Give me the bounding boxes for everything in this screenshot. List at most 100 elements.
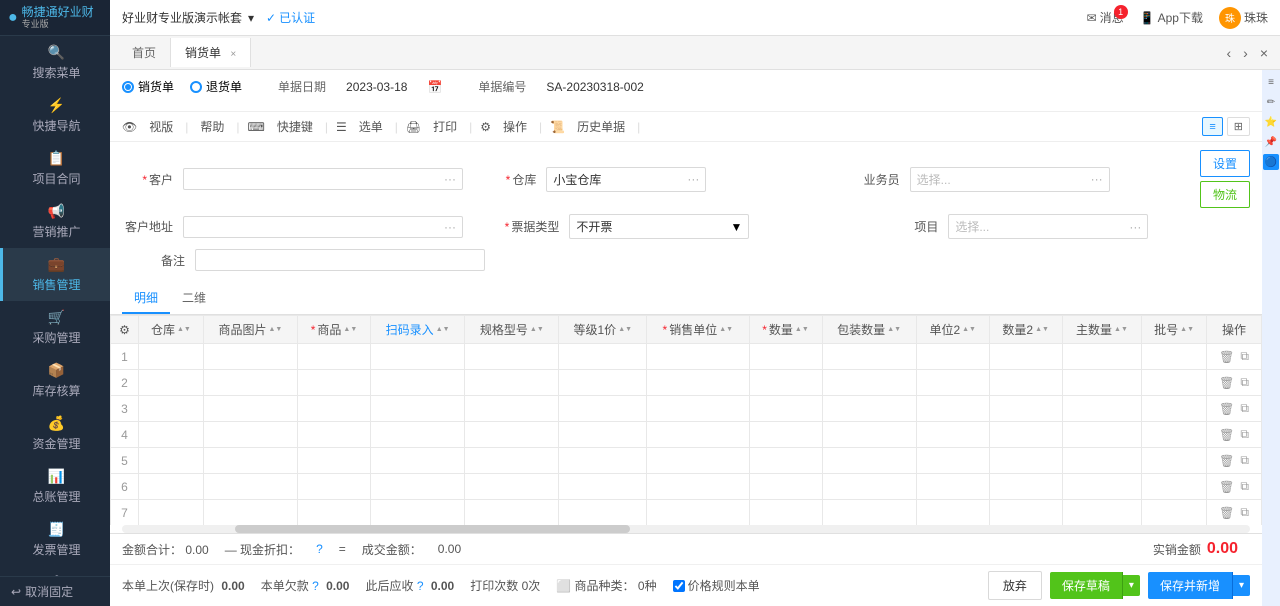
debt-help-icon[interactable]: ? — [312, 579, 319, 593]
sidebar-item-invoice[interactable]: 🧾 发票管理 — [0, 513, 110, 566]
horizontal-scrollbar[interactable] — [122, 525, 1250, 533]
project-dots[interactable]: ··· — [1129, 220, 1141, 234]
row-qty2[interactable] — [989, 500, 1062, 526]
row-barcode[interactable] — [371, 422, 465, 448]
date-value[interactable]: 2023-03-18 — [346, 80, 407, 94]
row-qty[interactable] — [749, 396, 822, 422]
th-image[interactable]: 商品图片 ▲▼ — [203, 316, 297, 344]
row-main-qty[interactable] — [1062, 422, 1142, 448]
radio-return[interactable]: 退货单 — [190, 78, 242, 95]
shortcut-btn[interactable]: 快捷键 — [273, 116, 317, 137]
th-unit[interactable]: *销售单位 ▲▼ — [647, 316, 749, 344]
row-copy-btn[interactable]: ⧉ — [1239, 504, 1250, 521]
row-price1[interactable] — [559, 396, 647, 422]
row-delete-btn[interactable]: 🗑 — [1218, 453, 1235, 469]
discount-help-icon[interactable]: ? — [316, 542, 323, 556]
sidebar-item-tax[interactable]: 🏛 税务管理 — [0, 566, 110, 576]
row-delete-btn[interactable]: 🗑 — [1218, 427, 1235, 443]
discard-btn[interactable]: 放弃 — [988, 571, 1042, 600]
app-download-btn[interactable]: 📱 App下载 — [1140, 9, 1203, 26]
row-barcode[interactable] — [371, 448, 465, 474]
grid-view-btn[interactable]: ≡ — [1202, 117, 1222, 136]
row-unit2[interactable] — [916, 344, 989, 370]
customer-dots[interactable]: ··· — [444, 172, 456, 186]
side-action-4[interactable]: 📌 — [1263, 134, 1279, 150]
th-product[interactable]: *商品 ▲▼ — [298, 316, 371, 344]
message-btn[interactable]: ✉ 消息 1 — [1087, 9, 1124, 26]
sidebar-item-capital[interactable]: 💰 资金管理 — [0, 407, 110, 460]
row-main-qty[interactable] — [1062, 448, 1142, 474]
row-image[interactable] — [203, 448, 297, 474]
print-btn[interactable]: 打印 — [429, 116, 461, 137]
side-action-2[interactable]: ✏ — [1263, 94, 1279, 110]
sidebar-item-search[interactable]: 🔍 搜索菜单 — [0, 36, 110, 89]
row-qty[interactable] — [749, 474, 822, 500]
user-menu[interactable]: 珠 珠珠 — [1219, 7, 1268, 29]
th-spec[interactable]: 规格型号 ▲▼ — [465, 316, 559, 344]
salesperson-dots[interactable]: ··· — [1091, 172, 1103, 186]
th-unit2[interactable]: 单位2 ▲▼ — [916, 316, 989, 344]
row-price1[interactable] — [559, 474, 647, 500]
row-barcode[interactable] — [371, 370, 465, 396]
sidebar-item-cancel[interactable]: ↩ 取消固定 — [0, 577, 110, 606]
row-barcode[interactable] — [371, 500, 465, 526]
row-qty[interactable] — [749, 370, 822, 396]
row-copy-btn[interactable]: ⧉ — [1239, 426, 1250, 443]
row-qty2[interactable] — [989, 396, 1062, 422]
tab-close-all-btn[interactable]: × — [1256, 43, 1272, 63]
tab-close-icon[interactable]: × — [230, 49, 236, 60]
row-pack-qty[interactable] — [822, 500, 916, 526]
th-settings[interactable]: ⚙ — [111, 316, 139, 344]
row-batch[interactable] — [1142, 396, 1207, 422]
row-unit2[interactable] — [916, 422, 989, 448]
row-spec[interactable] — [465, 500, 559, 526]
row-product[interactable] — [298, 500, 371, 526]
save-draft-arrow-btn[interactable]: ▾ — [1123, 575, 1140, 596]
row-pack-qty[interactable] — [822, 344, 916, 370]
row-spec[interactable] — [465, 344, 559, 370]
row-warehouse[interactable] — [139, 500, 204, 526]
row-batch[interactable] — [1142, 422, 1207, 448]
row-qty[interactable] — [749, 422, 822, 448]
row-pack-qty[interactable] — [822, 422, 916, 448]
row-copy-btn[interactable]: ⧉ — [1239, 400, 1250, 417]
receivable-help-icon[interactable]: ? — [417, 579, 424, 593]
list-view-btn[interactable]: ⊞ — [1227, 117, 1250, 136]
row-batch[interactable] — [1142, 344, 1207, 370]
warehouse-input[interactable]: 小宝仓库 ··· — [546, 167, 706, 192]
row-product[interactable] — [298, 474, 371, 500]
row-price1[interactable] — [559, 448, 647, 474]
row-unit[interactable] — [647, 370, 749, 396]
help-btn[interactable]: 帮助 — [196, 116, 228, 137]
save-new-btn[interactable]: 保存并新增 — [1148, 572, 1233, 599]
th-qty2[interactable]: 数量2 ▲▼ — [989, 316, 1062, 344]
row-product[interactable] — [298, 448, 371, 474]
row-pack-qty[interactable] — [822, 448, 916, 474]
row-batch[interactable] — [1142, 474, 1207, 500]
save-draft-btn[interactable]: 保存草稿 — [1050, 572, 1123, 599]
row-batch[interactable] — [1142, 448, 1207, 474]
row-unit2[interactable] — [916, 474, 989, 500]
th-batch[interactable]: 批号 ▲▼ — [1142, 316, 1207, 344]
row-delete-btn[interactable]: 🗑 — [1218, 401, 1235, 417]
side-action-3[interactable]: ⭐ — [1263, 114, 1279, 130]
row-delete-btn[interactable]: 🗑 — [1218, 349, 1235, 365]
row-product[interactable] — [298, 422, 371, 448]
row-qty[interactable] — [749, 500, 822, 526]
sidebar-item-inventory[interactable]: 📦 库存核算 — [0, 354, 110, 407]
history-btn[interactable]: 历史单据 — [573, 116, 629, 137]
row-copy-btn[interactable]: ⧉ — [1239, 452, 1250, 469]
row-spec[interactable] — [465, 370, 559, 396]
sidebar-item-purchase[interactable]: 🛒 采购管理 — [0, 301, 110, 354]
row-image[interactable] — [203, 396, 297, 422]
sidebar-item-project[interactable]: 📋 项目合同 — [0, 142, 110, 195]
setup-btn[interactable]: 设置 — [1200, 150, 1250, 177]
scrollbar-thumb[interactable] — [235, 525, 630, 533]
sidebar-item-quick[interactable]: ⚡ 快捷导航 — [0, 89, 110, 142]
row-price1[interactable] — [559, 370, 647, 396]
sidebar-item-accounts[interactable]: 📊 总账管理 — [0, 460, 110, 513]
th-warehouse[interactable]: 仓库 ▲▼ — [139, 316, 204, 344]
row-main-qty[interactable] — [1062, 396, 1142, 422]
tab-home[interactable]: 首页 — [118, 38, 171, 67]
row-spec[interactable] — [465, 396, 559, 422]
